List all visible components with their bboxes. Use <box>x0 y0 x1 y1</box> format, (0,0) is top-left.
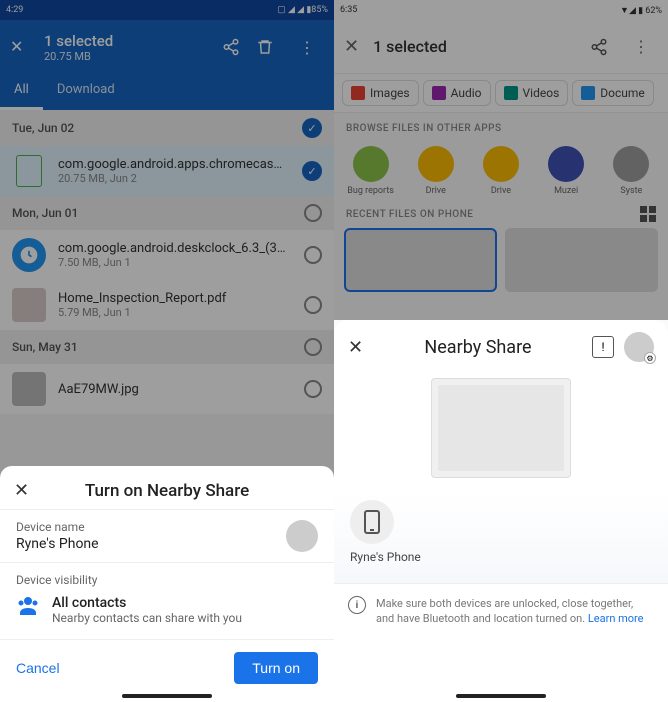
device-name: Ryne's Phone <box>350 550 421 564</box>
nearby-share-sheet: ✕ Nearby Share ! ⚙ Ryne's Phone i <box>334 320 668 702</box>
visibility-description: Nearby contacts can share with you <box>52 611 242 625</box>
sheet-title: Nearby Share <box>364 337 592 358</box>
info-icon: i <box>348 596 366 614</box>
learn-more-link[interactable]: Learn more <box>588 612 644 625</box>
device-name-label: Device name <box>16 520 99 534</box>
home-indicator[interactable] <box>456 694 546 698</box>
device-name-value: Ryne's Phone <box>16 536 99 552</box>
home-indicator[interactable] <box>122 694 212 698</box>
left-screenshot: 4:29 ▢ ◢ ◢ ▮85% ✕ 1 selected 20.75 MB ⋮ … <box>0 0 334 702</box>
device-name-row[interactable]: Device name Ryne's Phone <box>0 509 334 562</box>
visibility-label: Device visibility <box>16 573 318 587</box>
device-area: Ryne's Phone <box>334 490 668 583</box>
sheet-title: Turn on Nearby Share <box>14 481 320 501</box>
device-target[interactable]: Ryne's Phone <box>350 500 421 564</box>
share-preview <box>431 378 571 478</box>
gear-icon[interactable]: ⚙ <box>644 352 656 364</box>
right-screenshot: 6:35 ▼◢ ▮ 62% ✕ 1 selected ⋮ Images Audi… <box>334 0 668 702</box>
visibility-value: All contacts <box>52 595 242 611</box>
feedback-icon[interactable]: ! <box>592 336 614 358</box>
footer: i Make sure both devices are unlocked, c… <box>334 583 668 645</box>
turn-on-button[interactable]: Turn on <box>234 652 318 684</box>
contacts-icon <box>16 595 52 615</box>
scrim[interactable] <box>334 0 668 320</box>
phone-icon <box>350 500 394 544</box>
visibility-row[interactable]: Device visibility All contacts Nearby co… <box>0 562 334 639</box>
avatar[interactable] <box>286 520 318 552</box>
cancel-button[interactable]: Cancel <box>16 660 60 676</box>
footer-text: Make sure both devices are unlocked, clo… <box>376 596 654 627</box>
nearby-share-setup-sheet: ✕ Turn on Nearby Share Device name Ryne'… <box>0 466 334 702</box>
avatar[interactable]: ⚙ <box>624 332 654 362</box>
